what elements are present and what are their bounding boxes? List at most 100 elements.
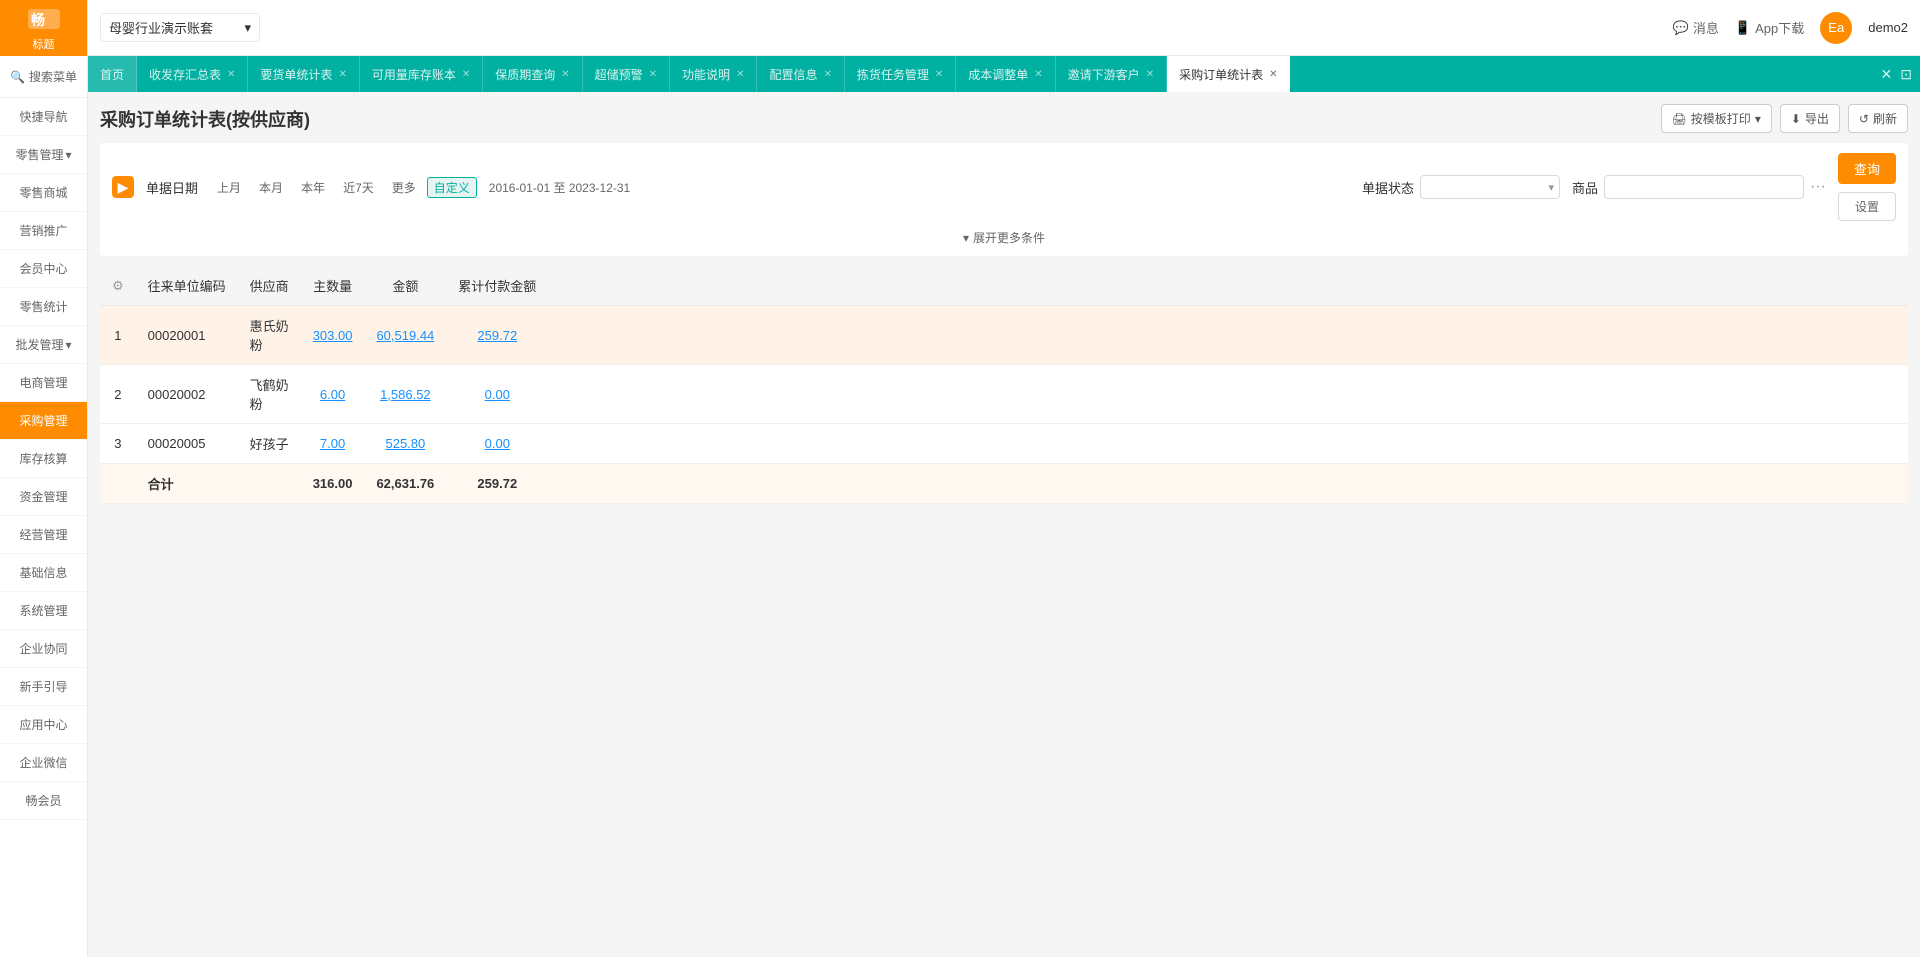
footer-empty-cell	[100, 464, 136, 504]
page-header: 采购订单统计表(按供应商) 🖨 按模板打印 ▾ ⬇ 导出 ↺ 刷新	[100, 104, 1908, 133]
tab-home[interactable]: 首页	[88, 56, 137, 92]
print-button[interactable]: 🖨 按模板打印 ▾	[1661, 104, 1772, 133]
export-button[interactable]: ⬇ 导出	[1780, 104, 1840, 133]
date-shortcut-last-month[interactable]: 上月	[210, 176, 248, 199]
row2-amount-link[interactable]: 1,586.52	[380, 387, 431, 402]
sidebar-item-operations[interactable]: 经营管理	[0, 516, 87, 554]
tab-overstock-alert[interactable]: 超储预警 ✕	[583, 56, 670, 92]
row3-qty[interactable]: 7.00	[301, 424, 365, 464]
sidebar-item-chang-member[interactable]: 畅会员	[0, 782, 87, 820]
tab-close-icon[interactable]: ✕	[649, 69, 657, 80]
tab-maximize-button[interactable]: ⊡	[1900, 66, 1912, 83]
tab-expiry-query[interactable]: 保质期查询 ✕	[483, 56, 582, 92]
top-navigation: 母婴行业演示账套 ▾ 💬 消息 📱 App下载 Ea demo2	[88, 0, 1920, 56]
tab-function-desc[interactable]: 功能说明 ✕	[670, 56, 757, 92]
row2-paid-link[interactable]: 0.00	[485, 387, 510, 402]
sidebar-item-finance[interactable]: 资金管理	[0, 478, 87, 516]
tab-config-info[interactable]: 配置信息 ✕	[757, 56, 844, 92]
sidebar-item-enterprise-wechat[interactable]: 企业微信	[0, 744, 87, 782]
sidebar-item-wholesale-management[interactable]: 批发管理 ▾	[0, 326, 87, 364]
tab-close-icon[interactable]: ✕	[462, 69, 470, 80]
app-download-button[interactable]: 📱 App下载	[1735, 18, 1804, 37]
tab-close-icon[interactable]: ✕	[227, 69, 235, 80]
goods-search-input[interactable]	[1604, 175, 1804, 199]
row3-amount[interactable]: 525.80	[364, 424, 446, 464]
goods-more-icon[interactable]: ···	[1810, 178, 1826, 196]
tab-close-icon[interactable]: ✕	[561, 69, 569, 80]
date-shortcut-this-year[interactable]: 本年	[294, 176, 332, 199]
settings-button[interactable]: 设置	[1838, 192, 1896, 221]
username-label[interactable]: demo2	[1868, 20, 1908, 35]
tab-close-icon[interactable]: ✕	[1146, 69, 1154, 80]
tab-collection-summary[interactable]: 收发存汇总表 ✕	[137, 56, 248, 92]
table-row: 1 00020001 惠氏奶粉 303.00 60,519.44 259.72	[100, 306, 1908, 365]
sidebar-item-basic-info[interactable]: 基础信息	[0, 554, 87, 592]
tab-close-icon[interactable]: ✕	[338, 69, 346, 80]
app-download-label: App下载	[1755, 18, 1804, 37]
row1-amount[interactable]: 60,519.44	[364, 306, 446, 365]
tab-close-icon[interactable]: ✕	[935, 69, 943, 80]
date-shortcut-7days[interactable]: 近7天	[336, 176, 381, 199]
col-code-header: 往来单位编码	[136, 266, 238, 306]
store-selector[interactable]: 母婴行业演示账套 ▾	[100, 13, 260, 42]
row2-qty[interactable]: 6.00	[301, 365, 365, 424]
tab-available-inventory[interactable]: 可用量库存账本 ✕	[360, 56, 483, 92]
sidebar-item-marketing[interactable]: 营销推广	[0, 212, 87, 250]
tab-order-stats[interactable]: 要货单统计表 ✕	[248, 56, 359, 92]
sidebar-item-new-guide[interactable]: 新手引导	[0, 668, 87, 706]
row1-qty[interactable]: 303.00	[301, 306, 365, 365]
sidebar-item-system[interactable]: 系统管理	[0, 592, 87, 630]
row2-qty-link[interactable]: 6.00	[320, 387, 345, 402]
row3-qty-link[interactable]: 7.00	[320, 436, 345, 451]
sidebar-item-ecommerce[interactable]: 电商管理	[0, 364, 87, 402]
footer-spacer	[548, 464, 1908, 504]
tab-close-icon[interactable]: ✕	[736, 69, 744, 80]
filter-toggle-button[interactable]: ▶	[112, 176, 134, 198]
expand-more-button[interactable]: ▾ 展开更多条件	[963, 229, 1045, 246]
row1-amount-link[interactable]: 60,519.44	[376, 328, 434, 343]
tab-purchase-order-stats[interactable]: 采购订单统计表 ✕	[1167, 56, 1290, 92]
row2-paid[interactable]: 0.00	[446, 365, 548, 424]
tab-close-icon[interactable]: ✕	[1034, 69, 1042, 80]
footer-label: 合计	[136, 464, 301, 504]
row3-paid[interactable]: 0.00	[446, 424, 548, 464]
date-shortcut-more[interactable]: 更多	[385, 176, 423, 199]
tab-close-icon[interactable]: ✕	[1269, 69, 1277, 80]
tab-invite-downstream[interactable]: 邀请下游客户 ✕	[1056, 56, 1167, 92]
sidebar-item-app-center[interactable]: 应用中心	[0, 706, 87, 744]
message-button[interactable]: 💬 消息	[1673, 18, 1719, 37]
expand-icon: ▾	[963, 231, 969, 245]
column-settings-icon[interactable]: ⚙	[112, 278, 124, 293]
row1-paid-link[interactable]: 259.72	[477, 328, 517, 343]
tab-close-icon[interactable]: ✕	[823, 69, 831, 80]
sidebar-item-enterprise-collab[interactable]: 企业协同	[0, 630, 87, 668]
sidebar-item-purchase-management[interactable]: 采购管理	[0, 402, 87, 440]
table-header-row: ⚙ 往来单位编码 供应商 主数量	[100, 266, 1908, 306]
query-button[interactable]: 查询	[1838, 153, 1896, 184]
search-menu-button[interactable]: 🔍 搜索菜单	[6, 64, 81, 89]
row3-amount-link[interactable]: 525.80	[385, 436, 425, 451]
user-avatar[interactable]: Ea	[1820, 12, 1852, 44]
tab-cost-adjust[interactable]: 成本调整单 ✕	[956, 56, 1055, 92]
date-custom-tag[interactable]: 自定义	[427, 177, 477, 198]
tab-close-all-button[interactable]: ✕	[1881, 66, 1893, 83]
sidebar-item-member-center[interactable]: 会员中心	[0, 250, 87, 288]
date-shortcut-this-month[interactable]: 本月	[252, 176, 290, 199]
sidebar-item-retail-management[interactable]: 零售管理 ▾	[0, 136, 87, 174]
sidebar-item-retail-stats[interactable]: 零售统计	[0, 288, 87, 326]
tab-pick-task[interactable]: 拣货任务管理 ✕	[845, 56, 956, 92]
quick-nav-item[interactable]: 快捷导航	[0, 98, 87, 136]
purchase-order-table: ⚙ 往来单位编码 供应商 主数量	[100, 266, 1908, 504]
row2-amount[interactable]: 1,586.52	[364, 365, 446, 424]
row2-supplier: 飞鹤奶粉	[238, 365, 301, 424]
row1-paid[interactable]: 259.72	[446, 306, 548, 365]
query-button-group: 查询 设置	[1838, 153, 1896, 221]
row1-qty-link[interactable]: 303.00	[313, 328, 353, 343]
sidebar-item-inventory-accounting[interactable]: 库存核算	[0, 440, 87, 478]
row3-paid-link[interactable]: 0.00	[485, 436, 510, 451]
store-name: 母婴行业演示账套	[109, 18, 213, 37]
sidebar-item-retail-mall[interactable]: 零售商城	[0, 174, 87, 212]
status-select[interactable]	[1420, 175, 1560, 199]
refresh-button[interactable]: ↺ 刷新	[1848, 104, 1908, 133]
sidebar-logo[interactable]: 畅 标题	[0, 0, 87, 56]
